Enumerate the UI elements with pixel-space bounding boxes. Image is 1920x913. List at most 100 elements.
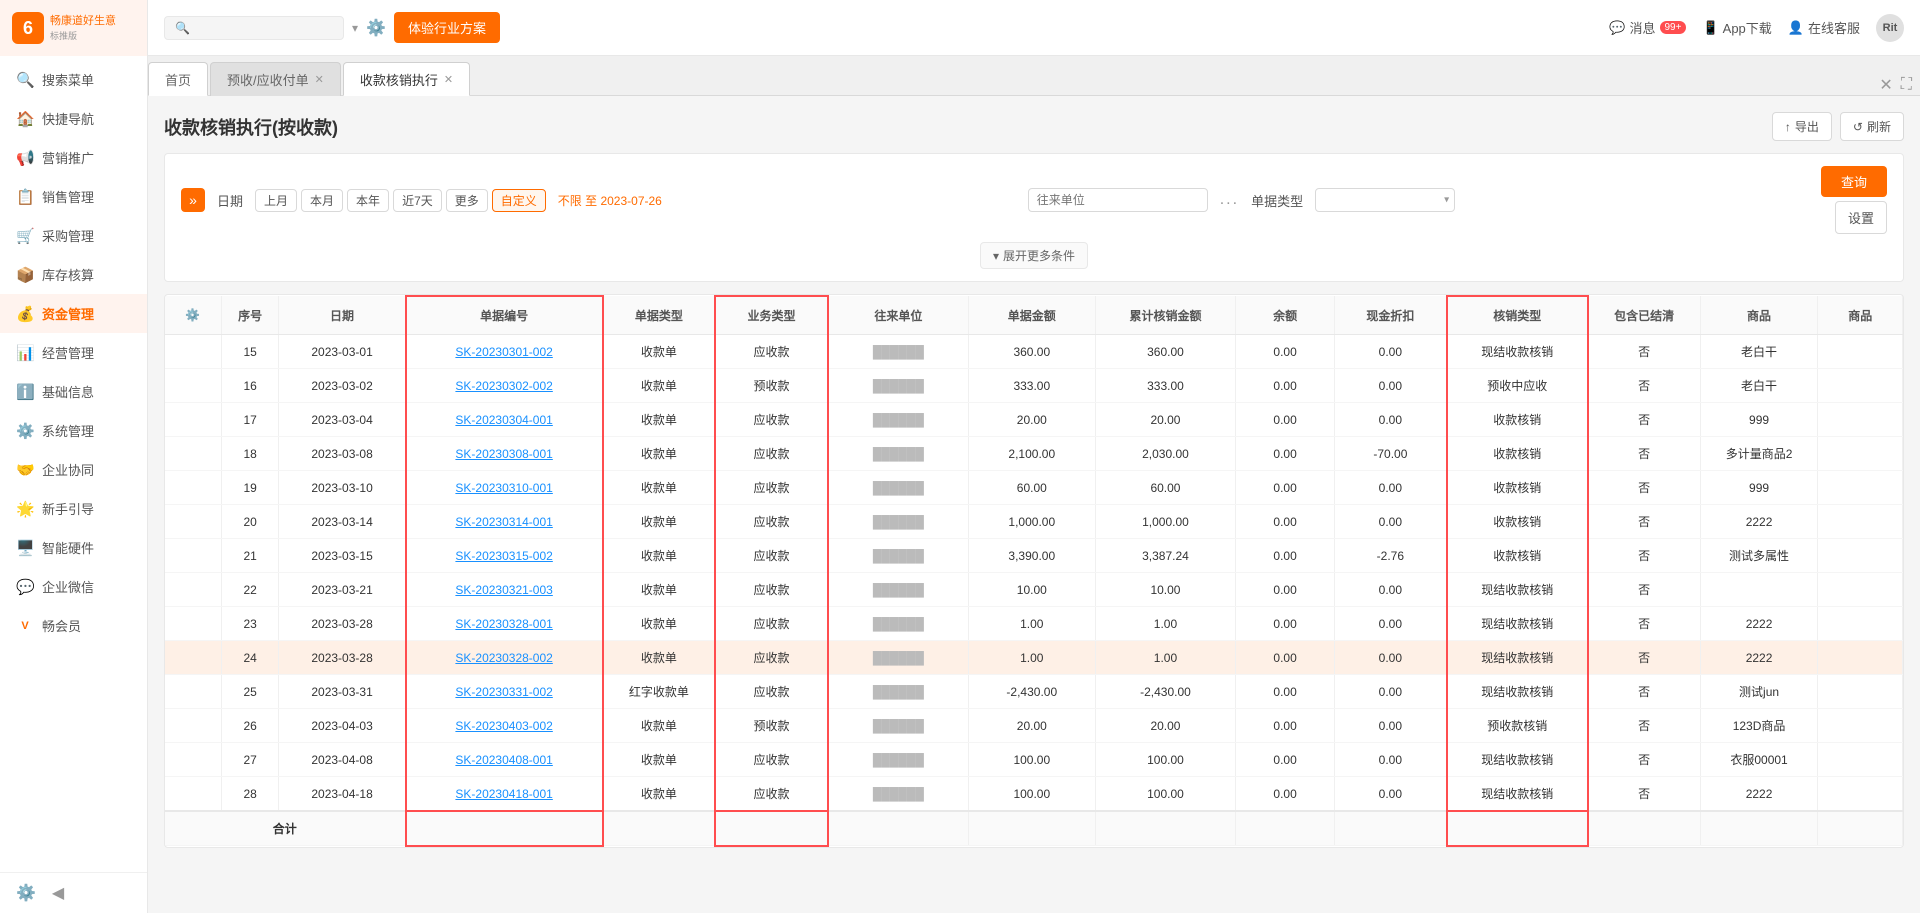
- row-biz-type: 应收款: [715, 743, 828, 777]
- doc-no-link[interactable]: SK-20230331-002: [455, 685, 552, 699]
- service-icon: 👤: [1788, 20, 1804, 36]
- sidebar-item-label: 快捷导航: [42, 109, 94, 128]
- logo-sub: 标推版: [50, 29, 116, 42]
- sidebar-item-member[interactable]: V 畅会员: [0, 606, 147, 645]
- sidebar-item-operations[interactable]: 📊 经营管理: [0, 333, 147, 372]
- expand-more-button[interactable]: ▾ 展开更多条件: [980, 242, 1088, 269]
- header-search-box[interactable]: 🔍: [164, 16, 344, 40]
- sidebar-item-quick-nav[interactable]: 🏠 快捷导航: [0, 99, 147, 138]
- sidebar-item-guide[interactable]: 🌟 新手引导: [0, 489, 147, 528]
- row-doc-amount: 1.00: [968, 607, 1095, 641]
- export-button[interactable]: ↑ 导出: [1772, 112, 1832, 141]
- row-doc-no: SK-20230328-002: [406, 641, 603, 675]
- row-goods2: [1818, 539, 1903, 573]
- doc-no-link[interactable]: SK-20230308-001: [455, 447, 552, 461]
- sidebar-item-label: 基础信息: [42, 382, 94, 401]
- total-offset-type: [1447, 811, 1588, 846]
- doc-type-label: 单据类型: [1251, 191, 1303, 210]
- last-month-button[interactable]: 上月: [255, 189, 297, 212]
- sidebar-item-system[interactable]: ⚙️ 系统管理: [0, 411, 147, 450]
- app-download-button[interactable]: 📱 App下载: [1702, 18, 1771, 37]
- sidebar-item-sales[interactable]: 📋 销售管理: [0, 177, 147, 216]
- query-button[interactable]: 查询: [1821, 166, 1887, 197]
- row-balance: 0.00: [1236, 743, 1335, 777]
- row-num: 20: [221, 505, 279, 539]
- gear-icon[interactable]: ⚙️: [366, 18, 386, 38]
- row-num: 23: [221, 607, 279, 641]
- doc-no-link[interactable]: SK-20230321-003: [455, 583, 552, 597]
- sidebar-item-label: 智能硬件: [42, 538, 94, 557]
- settings-col-header[interactable]: ⚙️: [165, 296, 221, 335]
- total-include-settled: [1588, 811, 1701, 846]
- row-balance: 0.00: [1236, 573, 1335, 607]
- sidebar-item-enterprise[interactable]: 🤝 企业协同: [0, 450, 147, 489]
- filter-toggle-button[interactable]: »: [181, 188, 205, 212]
- doc-no-link[interactable]: SK-20230403-002: [455, 719, 552, 733]
- setting-button[interactable]: 设置: [1835, 201, 1887, 234]
- row-doc-type: 收款单: [603, 573, 716, 607]
- more-button[interactable]: 更多: [446, 189, 488, 212]
- top-header: 🔍 ▾ ⚙️ 体验行业方案 💬 消息 99+ 📱 App下载 👤 在线客服 Ri…: [148, 0, 1920, 56]
- refresh-button[interactable]: ↺ 刷新: [1840, 112, 1904, 141]
- row-date: 2023-04-18: [279, 777, 406, 812]
- doc-no-link[interactable]: SK-20230310-001: [455, 481, 552, 495]
- sidebar-item-marketing[interactable]: 📢 营销推广: [0, 138, 147, 177]
- user-name: Rit: [1883, 22, 1898, 34]
- row-date: 2023-03-14: [279, 505, 406, 539]
- last-7days-button[interactable]: 近7天: [393, 189, 442, 212]
- custom-date-button[interactable]: 自定义: [492, 189, 546, 212]
- this-month-button[interactable]: 本月: [301, 189, 343, 212]
- tab-offset-close-icon[interactable]: ✕: [444, 73, 453, 86]
- doc-no-link[interactable]: SK-20230418-001: [455, 787, 552, 801]
- row-doc-type: 收款单: [603, 607, 716, 641]
- table-row: 20 2023-03-14 SK-20230314-001 收款单 应收款 ██…: [165, 505, 1903, 539]
- user-avatar[interactable]: Rit: [1876, 14, 1904, 42]
- total-biz-type: [715, 811, 828, 846]
- tab-receivable-close-icon[interactable]: ✕: [315, 73, 324, 86]
- filter-area: » 日期 上月 本月 本年 近7天 更多 自定义 不限 至 2023-07-26…: [164, 153, 1904, 282]
- settings-bottom-icon[interactable]: ⚙️: [16, 883, 36, 903]
- row-cash-discount: 0.00: [1334, 743, 1447, 777]
- sidebar-item-label: 畅会员: [42, 616, 81, 635]
- doc-no-link[interactable]: SK-20230302-002: [455, 379, 552, 393]
- row-biz-type: 应收款: [715, 573, 828, 607]
- tab-home[interactable]: 首页: [148, 62, 208, 96]
- message-button[interactable]: 💬 消息 99+: [1609, 18, 1686, 37]
- row-goods: 测试多属性: [1700, 539, 1818, 573]
- doc-no-link[interactable]: SK-20230304-001: [455, 413, 552, 427]
- row-balance: 0.00: [1236, 437, 1335, 471]
- collapse-icon[interactable]: ◀: [52, 883, 64, 903]
- sidebar-item-finance[interactable]: 💰 资金管理: [0, 294, 147, 333]
- logo-icon: 6: [12, 12, 44, 44]
- industry-solution-button[interactable]: 体验行业方案: [394, 12, 500, 43]
- tab-receivable[interactable]: 预收/应收付单 ✕: [210, 62, 341, 96]
- sidebar-item-search[interactable]: 🔍 搜索菜单: [0, 60, 147, 99]
- table-row: 23 2023-03-28 SK-20230328-001 收款单 应收款 ██…: [165, 607, 1903, 641]
- close-all-tabs-icon[interactable]: ✕: [1879, 75, 1892, 95]
- doc-no-link[interactable]: SK-20230314-001: [455, 515, 552, 529]
- row-num: 26: [221, 709, 279, 743]
- message-badge: 99+: [1660, 21, 1687, 34]
- this-year-button[interactable]: 本年: [347, 189, 389, 212]
- row-doc-type: 收款单: [603, 403, 716, 437]
- row-partner: ██████: [828, 539, 969, 573]
- doc-no-link[interactable]: SK-20230328-001: [455, 617, 552, 631]
- sidebar-item-purchase[interactable]: 🛒 采购管理: [0, 216, 147, 255]
- sidebar-item-inventory[interactable]: 📦 库存核算: [0, 255, 147, 294]
- doc-no-link[interactable]: SK-20230301-002: [455, 345, 552, 359]
- row-settings: [165, 573, 221, 607]
- app-download-label: App下载: [1723, 18, 1772, 37]
- doc-no-link[interactable]: SK-20230408-001: [455, 753, 552, 767]
- online-service-button[interactable]: 👤 在线客服: [1788, 18, 1860, 37]
- doc-type-select[interactable]: [1315, 188, 1455, 212]
- sidebar-item-hardware[interactable]: 🖥️ 智能硬件: [0, 528, 147, 567]
- partner-input[interactable]: [1028, 188, 1208, 212]
- page-header: 收款核销执行(按收款) ↑ 导出 ↺ 刷新: [164, 112, 1904, 141]
- doc-no-link[interactable]: SK-20230328-002: [455, 651, 552, 665]
- tab-offset[interactable]: 收款核销执行 ✕: [343, 62, 470, 96]
- sidebar-item-basic[interactable]: ℹ️ 基础信息: [0, 372, 147, 411]
- doc-no-link[interactable]: SK-20230315-002: [455, 549, 552, 563]
- sidebar-item-wechat[interactable]: 💬 企业微信: [0, 567, 147, 606]
- fullscreen-icon[interactable]: ⛶: [1901, 76, 1912, 94]
- sales-icon: 📋: [16, 188, 34, 206]
